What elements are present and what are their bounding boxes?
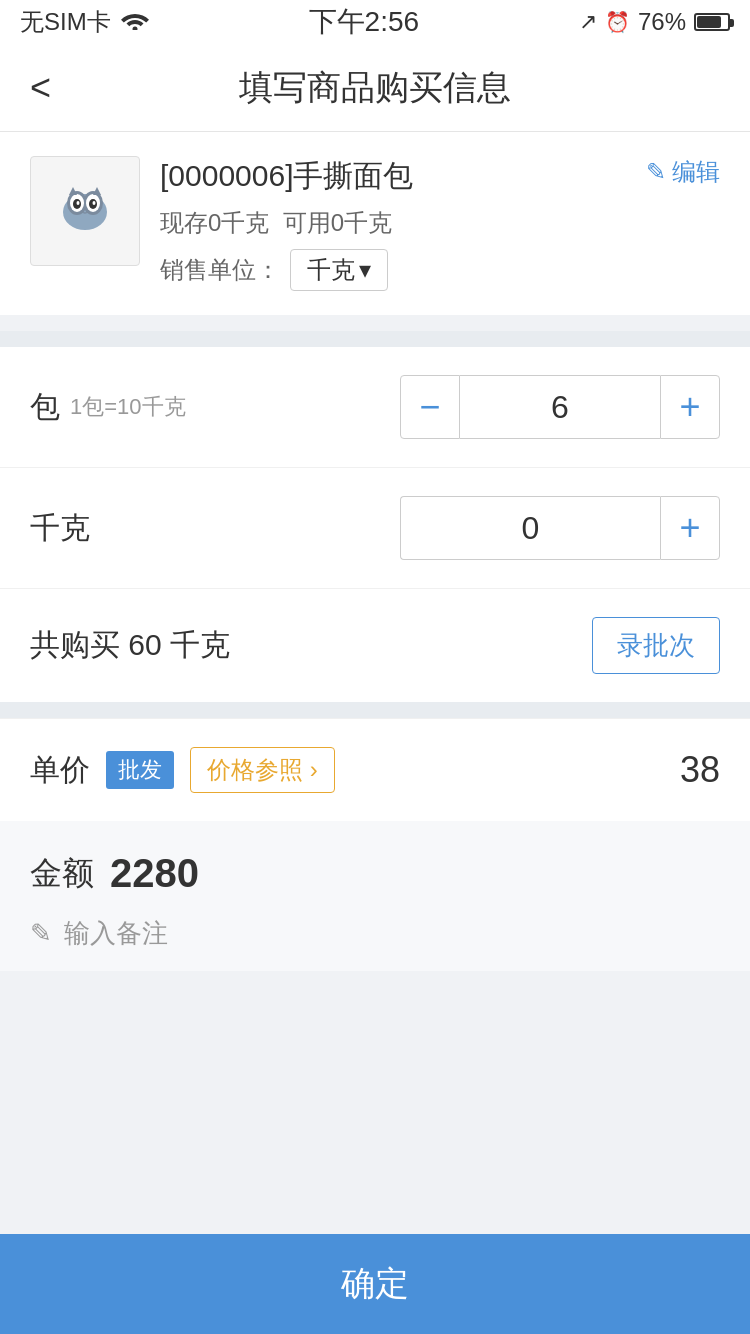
pencil-icon: ✎ bbox=[30, 918, 52, 949]
amount-value: 2280 bbox=[110, 851, 199, 896]
location-icon: ↗ bbox=[579, 9, 597, 35]
status-bar: 无SIM卡 下午2:56 ↗ ⏰ 76% bbox=[0, 0, 750, 44]
product-stock: 现存0千克 可用0千克 bbox=[160, 207, 720, 239]
product-icon bbox=[55, 177, 115, 246]
package-sublabel: 1包=10千克 bbox=[70, 392, 186, 422]
edit-button[interactable]: ✎ 编辑 bbox=[646, 156, 720, 188]
amount-label: 金额 bbox=[30, 852, 94, 896]
page-title: 填写商品购买信息 bbox=[239, 65, 511, 111]
dropdown-icon: ▾ bbox=[359, 256, 371, 284]
product-card: [0000006]手撕面包 现存0千克 可用0千克 销售单位： 千克 ▾ ✎ bbox=[0, 132, 750, 315]
wifi-icon bbox=[121, 8, 149, 36]
price-section: 单价 批发 价格参照 › 38 bbox=[0, 718, 750, 821]
back-button[interactable]: < bbox=[30, 67, 51, 109]
unit-select[interactable]: 千克 ▾ bbox=[290, 249, 388, 291]
kg-quantity-input[interactable] bbox=[400, 496, 660, 560]
alarm-icon: ⏰ bbox=[605, 10, 630, 34]
svg-point-0 bbox=[132, 27, 137, 31]
amount-row: 金额 2280 bbox=[30, 851, 720, 896]
price-label: 单价 bbox=[30, 750, 90, 791]
edit-icon: ✎ bbox=[646, 158, 666, 186]
batch-button[interactable]: 录批次 bbox=[592, 617, 720, 674]
package-quantity-input[interactable] bbox=[460, 375, 660, 439]
battery-percent: 76% bbox=[638, 8, 686, 36]
product-thumbnail bbox=[30, 156, 140, 266]
section-divider-1 bbox=[0, 331, 750, 347]
confirm-button[interactable]: 确定 bbox=[0, 1234, 750, 1334]
total-text: 共购买 60 千克 bbox=[30, 625, 230, 666]
kg-plus-button[interactable]: + bbox=[660, 496, 720, 560]
kg-label: 千克 bbox=[30, 508, 90, 549]
product-info: [0000006]手撕面包 现存0千克 可用0千克 销售单位： 千克 ▾ bbox=[160, 156, 720, 291]
price-reference-button[interactable]: 价格参照 › bbox=[190, 747, 335, 793]
kg-row: 千克 + bbox=[0, 468, 750, 589]
package-label: 包 bbox=[30, 387, 60, 428]
back-icon: < bbox=[30, 67, 51, 108]
product-unit: 销售单位： 千克 ▾ bbox=[160, 249, 720, 291]
nav-bar: < 填写商品购买信息 bbox=[0, 44, 750, 132]
svg-point-9 bbox=[93, 201, 96, 205]
svg-point-8 bbox=[77, 201, 80, 205]
note-label: 输入备注 bbox=[64, 916, 168, 951]
battery-icon bbox=[694, 13, 730, 31]
price-value: 38 bbox=[680, 749, 720, 791]
section-divider-2 bbox=[0, 702, 750, 718]
note-row[interactable]: ✎ 输入备注 bbox=[30, 916, 720, 951]
package-section: 包 1包=10千克 − + 千克 + 共购买 60 千克 录批次 bbox=[0, 347, 750, 702]
status-left: 无SIM卡 bbox=[20, 6, 149, 38]
carrier-label: 无SIM卡 bbox=[20, 6, 111, 38]
package-row: 包 1包=10千克 − + bbox=[0, 347, 750, 468]
package-controls: − + bbox=[400, 375, 720, 439]
package-plus-button[interactable]: + bbox=[660, 375, 720, 439]
confirm-label: 确定 bbox=[341, 1261, 409, 1307]
kg-controls: + bbox=[400, 496, 720, 560]
status-right: ↗ ⏰ 76% bbox=[579, 8, 730, 36]
gray-background bbox=[0, 971, 750, 1271]
amount-section: 金额 2280 ✎ 输入备注 bbox=[0, 821, 750, 971]
status-time: 下午2:56 bbox=[309, 3, 420, 41]
product-name: [0000006]手撕面包 bbox=[160, 156, 720, 197]
package-minus-button[interactable]: − bbox=[400, 375, 460, 439]
price-type-tag: 批发 bbox=[106, 751, 174, 789]
total-row: 共购买 60 千克 录批次 bbox=[0, 589, 750, 702]
